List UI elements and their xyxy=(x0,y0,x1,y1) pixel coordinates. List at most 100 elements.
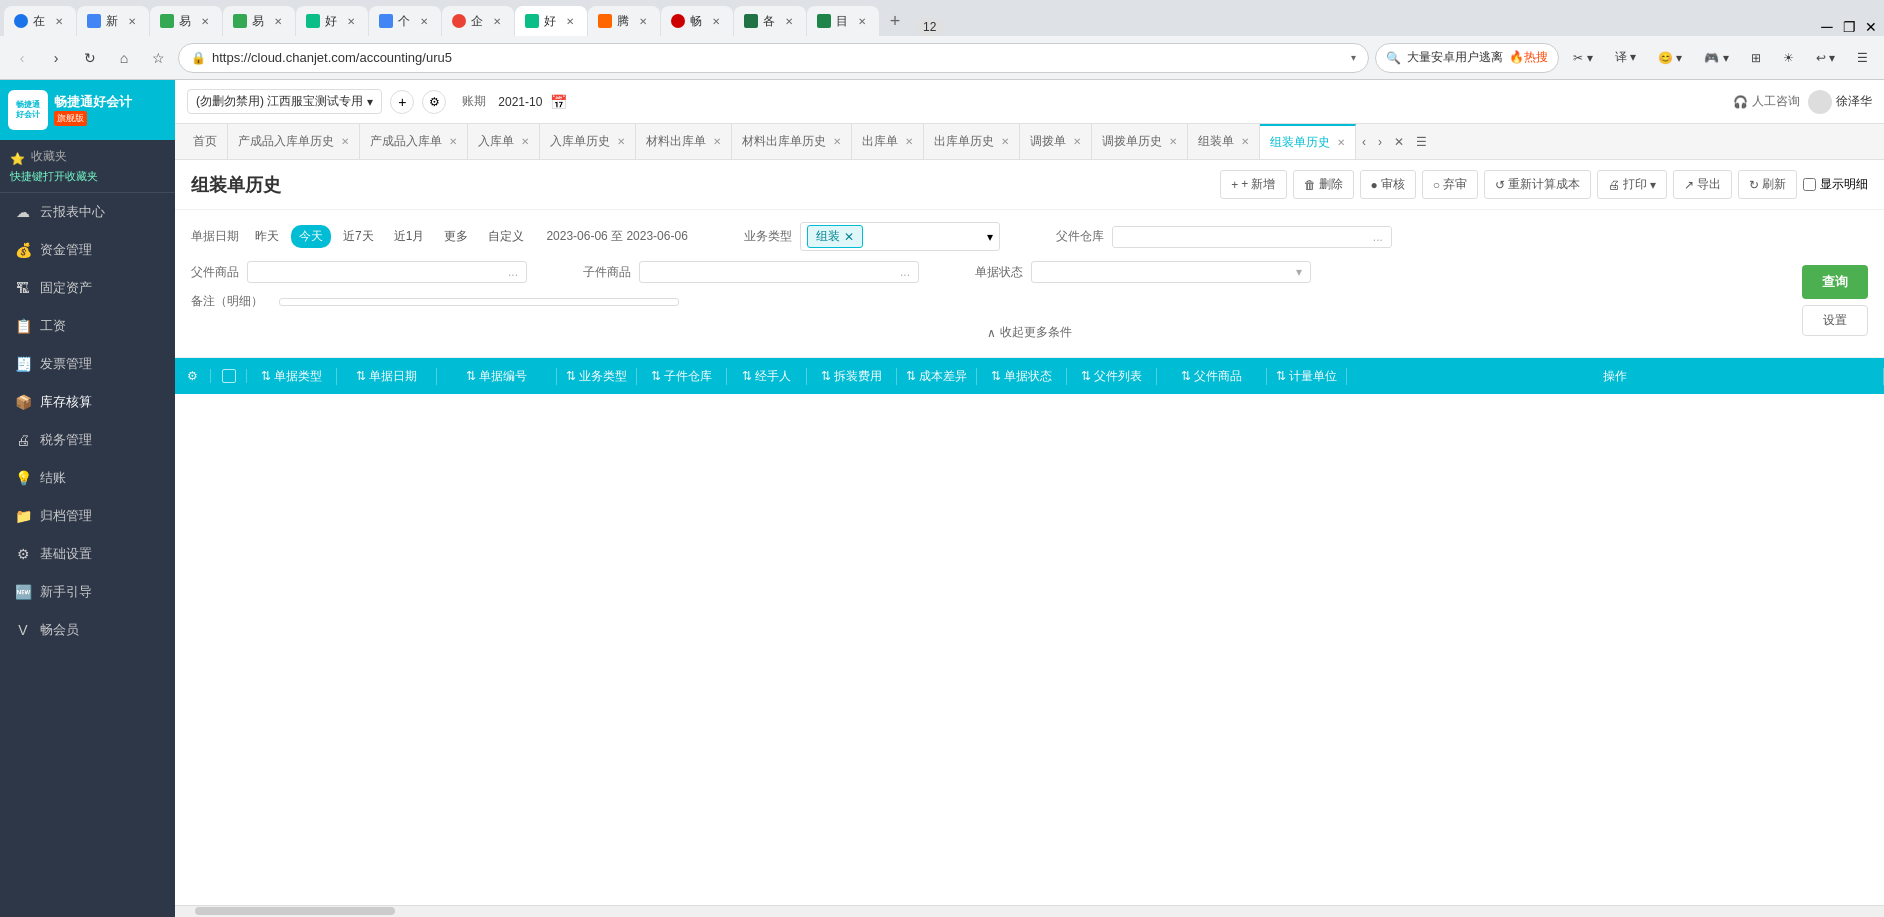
out-order-close[interactable]: ✕ xyxy=(905,136,913,147)
translate-button[interactable]: 译 ▾ xyxy=(1607,45,1644,70)
yesterday-btn[interactable]: 昨天 xyxy=(247,225,287,248)
window-close[interactable]: ✕ xyxy=(1862,18,1880,36)
add-company-button[interactable]: + xyxy=(390,90,414,114)
sidebar-item-fixed-assets[interactable]: 🏗 固定资产 xyxy=(0,269,175,307)
bookmark-button[interactable]: ☆ xyxy=(144,44,172,72)
th-billno[interactable]: ⇅ 单据编号 xyxy=(437,368,557,385)
tab-close-11[interactable]: ✕ xyxy=(782,14,796,28)
in-history-close[interactable]: ✕ xyxy=(617,136,625,147)
scrollbar-thumb[interactable] xyxy=(195,907,395,915)
sidebar-item-guide[interactable]: 🆕 新手引导 xyxy=(0,573,175,611)
abandon-button[interactable]: ○ 弃审 xyxy=(1422,170,1478,199)
sidebar-item-settlement[interactable]: 💡 结账 xyxy=(0,459,175,497)
th-unit[interactable]: ⇅ 计量单位 xyxy=(1267,368,1347,385)
column-settings-icon[interactable]: ⚙ xyxy=(187,369,198,383)
add-button[interactable]: + + 新增 xyxy=(1220,170,1286,199)
user-info[interactable]: 徐泽华 xyxy=(1808,90,1872,114)
sub-goods-input[interactable]: ... xyxy=(639,261,919,283)
assembly-history-close[interactable]: ✕ xyxy=(1337,137,1345,148)
nav-tab-transfer-history[interactable]: 调拨单历史 ✕ xyxy=(1092,124,1188,160)
refresh-button[interactable]: ↻ xyxy=(76,44,104,72)
th-parentlist[interactable]: ⇅ 父件列表 xyxy=(1067,368,1157,385)
sun-button[interactable]: ☀ xyxy=(1775,47,1802,69)
search-bar[interactable]: 🔍 大量安卓用户逃离 🔥热搜 xyxy=(1375,43,1559,73)
print-button[interactable]: 🖨 打印 ▾ xyxy=(1597,170,1667,199)
biz-type-selector[interactable]: 组装 ✕ ▾ xyxy=(800,222,1000,251)
bill-status-dropdown[interactable]: ▾ xyxy=(1031,261,1311,283)
forward-button[interactable]: › xyxy=(42,44,70,72)
game-button[interactable]: 🎮 ▾ xyxy=(1696,47,1736,69)
th-settings[interactable]: ⚙ xyxy=(175,369,211,383)
nav-tab-transfer[interactable]: 调拨单 ✕ xyxy=(1020,124,1092,160)
tab-close-4[interactable]: ✕ xyxy=(271,14,285,28)
browser-tab-9[interactable]: 腾 ✕ xyxy=(588,6,660,36)
back-button[interactable]: ‹ xyxy=(8,44,36,72)
address-bar[interactable]: 🔒 https://cloud.chanjet.com/accounting/u… xyxy=(178,43,1369,73)
today-btn[interactable]: 今天 xyxy=(291,225,331,248)
sidebar-item-salary[interactable]: 📋 工资 xyxy=(0,307,175,345)
undo-button[interactable]: ↩ ▾ xyxy=(1808,47,1843,69)
sidebar-item-cloud-report[interactable]: ☁ 云报表中心 xyxy=(0,193,175,231)
company-settings-button[interactable]: ⚙ xyxy=(422,90,446,114)
calendar-icon[interactable]: 📅 xyxy=(550,94,567,110)
tab-close-12[interactable]: ✕ xyxy=(855,14,869,28)
more-date-btn[interactable]: 更多 xyxy=(436,225,476,248)
tab-close-5[interactable]: ✕ xyxy=(344,14,358,28)
recalc-cost-button[interactable]: ↺ 重新计算成本 xyxy=(1484,170,1591,199)
nav-tab-in-order[interactable]: 入库单 ✕ xyxy=(468,124,540,160)
nav-tab-out-history[interactable]: 出库单历史 ✕ xyxy=(924,124,1020,160)
custom-date-btn[interactable]: 自定义 xyxy=(480,225,532,248)
nav-tab-mat-out[interactable]: 材料出库单 ✕ xyxy=(636,124,732,160)
new-tab-button[interactable]: + xyxy=(880,6,910,36)
sidebar-item-archive[interactable]: 📁 归档管理 xyxy=(0,497,175,535)
nav-tab-home[interactable]: 首页 xyxy=(183,124,228,160)
assembly-close[interactable]: ✕ xyxy=(1241,136,1249,147)
tab-close-8[interactable]: ✕ xyxy=(563,14,577,28)
parent-goods-more-icon[interactable]: ... xyxy=(508,265,518,279)
tab-menu[interactable]: ☰ xyxy=(1410,129,1433,155)
transfer-close[interactable]: ✕ xyxy=(1073,136,1081,147)
biz-type-remove[interactable]: ✕ xyxy=(844,230,854,244)
select-all-checkbox[interactable] xyxy=(222,369,236,383)
month-btn[interactable]: 近1月 xyxy=(386,225,433,248)
th-biztype[interactable]: ⇅ 业务类型 xyxy=(557,368,637,385)
tab-close-6[interactable]: ✕ xyxy=(417,14,431,28)
week-btn[interactable]: 近7天 xyxy=(335,225,382,248)
tab-close-1[interactable]: ✕ xyxy=(52,14,66,28)
browser-tab-3[interactable]: 易 ✕ xyxy=(150,6,222,36)
parent-goods-input[interactable]: ... xyxy=(247,261,527,283)
browser-tab-1[interactable]: 在 ✕ xyxy=(4,6,76,36)
browser-tab-5[interactable]: 好 ✕ xyxy=(296,6,368,36)
delete-button[interactable]: 🗑 删除 xyxy=(1293,170,1354,199)
browser-tab-8[interactable]: 好 ✕ xyxy=(515,6,587,36)
tab-close-2[interactable]: ✕ xyxy=(125,14,139,28)
menu-button[interactable]: ☰ xyxy=(1849,47,1876,69)
favorites-subtitle[interactable]: 快捷键打开收藏夹 xyxy=(10,169,165,184)
sidebar-item-settings[interactable]: ⚙ 基础设置 xyxy=(0,535,175,573)
in-order-close[interactable]: ✕ xyxy=(521,136,529,147)
customer-service-btn[interactable]: 🎧 人工咨询 xyxy=(1733,93,1800,110)
grid-button[interactable]: ⊞ xyxy=(1743,47,1769,69)
th-billstatus[interactable]: ⇅ 单据状态 xyxy=(977,368,1067,385)
tab-close-all[interactable]: ✕ xyxy=(1388,129,1410,155)
prod-in-close[interactable]: ✕ xyxy=(449,136,457,147)
show-detail-checkbox[interactable] xyxy=(1803,178,1816,191)
th-checkbox[interactable] xyxy=(211,369,247,383)
mat-out-history-close[interactable]: ✕ xyxy=(833,136,841,147)
tab-close-3[interactable]: ✕ xyxy=(198,14,212,28)
nav-tab-assembly-history[interactable]: 组装单历史 ✕ xyxy=(1260,124,1356,160)
tab-scroll-right[interactable]: › xyxy=(1372,129,1388,155)
th-costdiff[interactable]: ⇅ 成本差异 xyxy=(897,368,977,385)
export-button[interactable]: ↗ 导出 xyxy=(1673,170,1732,199)
browser-tab-11[interactable]: 各 ✕ xyxy=(734,6,806,36)
browser-tab-4[interactable]: 易 ✕ xyxy=(223,6,295,36)
th-billtype[interactable]: ⇅ 单据类型 xyxy=(247,368,337,385)
browser-tab-10[interactable]: 畅 ✕ xyxy=(661,6,733,36)
parent-warehouse-input[interactable]: ... xyxy=(1112,226,1392,248)
browser-tab-12[interactable]: 目 ✕ xyxy=(807,6,879,36)
horizontal-scrollbar[interactable] xyxy=(175,905,1884,917)
nav-tab-in-history[interactable]: 入库单历史 ✕ xyxy=(540,124,636,160)
parent-warehouse-more[interactable]: ... xyxy=(1373,230,1383,244)
show-detail-option[interactable]: 显示明细 xyxy=(1803,176,1868,193)
th-parentgoods[interactable]: ⇅ 父件商品 xyxy=(1157,368,1267,385)
